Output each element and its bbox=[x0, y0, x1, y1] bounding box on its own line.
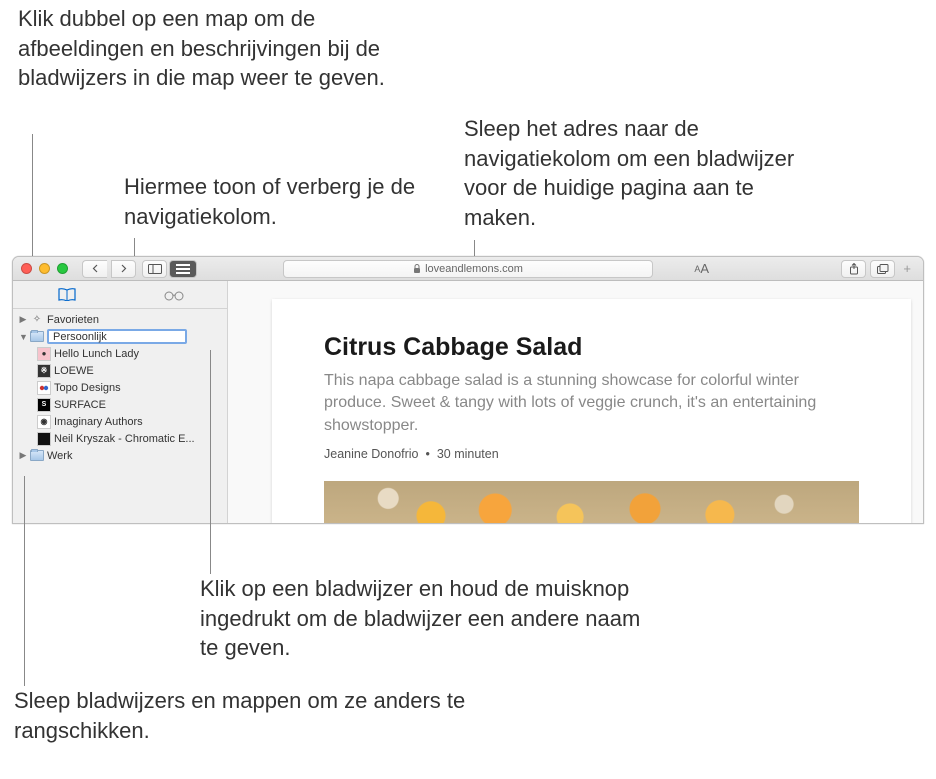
site-icon: ◉ bbox=[37, 415, 51, 429]
bookmark-item[interactable]: ◉ Imaginary Authors bbox=[13, 413, 227, 430]
work-folder[interactable]: ▶ Werk bbox=[13, 447, 227, 464]
folder-label: Werk bbox=[47, 450, 227, 462]
sidebar-toggle-button[interactable] bbox=[142, 260, 167, 278]
site-icon bbox=[37, 432, 51, 446]
bookmark-label: Topo Designs bbox=[54, 382, 227, 394]
tabs-button[interactable] bbox=[870, 260, 895, 278]
sidebar-icon bbox=[148, 264, 162, 274]
article-author: Jeanine Donofrio bbox=[324, 447, 419, 461]
article-title: Citrus Cabbage Salad bbox=[324, 333, 859, 362]
window-controls bbox=[21, 263, 68, 274]
bookmark-label: Hello Lunch Lady bbox=[54, 348, 227, 360]
bookmarks-tab[interactable] bbox=[13, 281, 120, 308]
folder-label-editing[interactable]: Persoonlijk bbox=[53, 331, 181, 343]
share-icon bbox=[849, 263, 859, 275]
address-text: loveandlemons.com bbox=[425, 263, 523, 275]
sidebar-tabs bbox=[13, 281, 227, 309]
folder-icon bbox=[30, 330, 44, 344]
bookmarks-list: ▶ ✧ Favorieten ▼ Persoonlijk ● Hello Lun… bbox=[13, 309, 227, 464]
article-description: This napa cabbage salad is a stunning sh… bbox=[324, 370, 859, 437]
minimize-button[interactable] bbox=[39, 263, 50, 274]
back-button[interactable] bbox=[82, 260, 107, 278]
chevron-right-icon bbox=[120, 264, 127, 273]
glasses-icon bbox=[163, 289, 185, 301]
bookmark-item[interactable]: Neil Kryszak - Chromatic E... bbox=[13, 430, 227, 447]
bookmark-label: SURFACE bbox=[54, 399, 227, 411]
reading-list-tab[interactable] bbox=[120, 281, 227, 308]
callout-drag-address: Sleep het adres naar de navigatiekolom o… bbox=[464, 114, 814, 233]
article-hero-image bbox=[324, 481, 859, 523]
bookmark-item[interactable]: S SURFACE bbox=[13, 396, 227, 413]
forward-button[interactable] bbox=[111, 260, 136, 278]
bookmark-label: LOEWE bbox=[54, 365, 227, 377]
callout-toggle-sidebar: Hiermee toon of verberg je de navigatiek… bbox=[124, 172, 504, 231]
favorites-folder[interactable]: ▶ ✧ Favorieten bbox=[13, 311, 227, 328]
callout-line bbox=[24, 476, 25, 686]
folder-icon bbox=[30, 449, 44, 463]
site-icon: S bbox=[37, 398, 51, 412]
callout-doubleclick-folder: Klik dubbel op een map om de afbeeldinge… bbox=[18, 4, 398, 93]
chevron-left-icon bbox=[92, 264, 99, 273]
personal-folder-selected[interactable]: ▼ Persoonlijk bbox=[13, 328, 227, 345]
tabs-icon bbox=[877, 264, 889, 274]
star-icon: ✧ bbox=[30, 313, 44, 327]
safari-window: loveandlemons.com AA + bbox=[12, 256, 924, 524]
content-area: Citrus Cabbage Salad This napa cabbage s… bbox=[228, 281, 923, 523]
new-tab-button[interactable]: + bbox=[899, 261, 915, 276]
lock-icon bbox=[413, 264, 421, 274]
article-readtime: 30 minuten bbox=[437, 447, 499, 461]
reader-button[interactable] bbox=[169, 260, 197, 278]
zoom-button[interactable] bbox=[57, 263, 68, 274]
book-icon bbox=[58, 288, 76, 301]
callout-rename-bookmark: Klik op een bladwijzer en houd de muiskn… bbox=[200, 574, 660, 663]
site-icon: ※ bbox=[37, 364, 51, 378]
article-byline: Jeanine Donofrio • 30 minuten bbox=[324, 447, 859, 461]
bookmark-label: Neil Kryszak - Chromatic E... bbox=[54, 433, 227, 445]
bookmark-item[interactable]: Topo Designs bbox=[13, 379, 227, 396]
bookmarks-sidebar: ▶ ✧ Favorieten ▼ Persoonlijk ● Hello Lun… bbox=[13, 281, 228, 523]
site-icon bbox=[37, 381, 51, 395]
text-size-button[interactable]: AA bbox=[694, 260, 709, 278]
bookmark-label: Imaginary Authors bbox=[54, 416, 227, 428]
reader-icon bbox=[176, 264, 190, 274]
close-button[interactable] bbox=[21, 263, 32, 274]
reader-article: Citrus Cabbage Salad This napa cabbage s… bbox=[272, 299, 911, 523]
address-bar[interactable]: loveandlemons.com bbox=[283, 260, 653, 278]
callout-drag-reorder: Sleep bladwijzers en mappen om ze anders… bbox=[14, 686, 474, 745]
byline-separator: • bbox=[425, 447, 429, 461]
folder-label: Favorieten bbox=[47, 314, 227, 326]
callout-line bbox=[210, 350, 211, 574]
titlebar: loveandlemons.com AA + bbox=[13, 257, 923, 281]
share-button[interactable] bbox=[841, 260, 866, 278]
bookmark-item[interactable]: ※ LOEWE bbox=[13, 362, 227, 379]
site-icon: ● bbox=[37, 347, 51, 361]
bookmark-item[interactable]: ● Hello Lunch Lady bbox=[13, 345, 227, 362]
